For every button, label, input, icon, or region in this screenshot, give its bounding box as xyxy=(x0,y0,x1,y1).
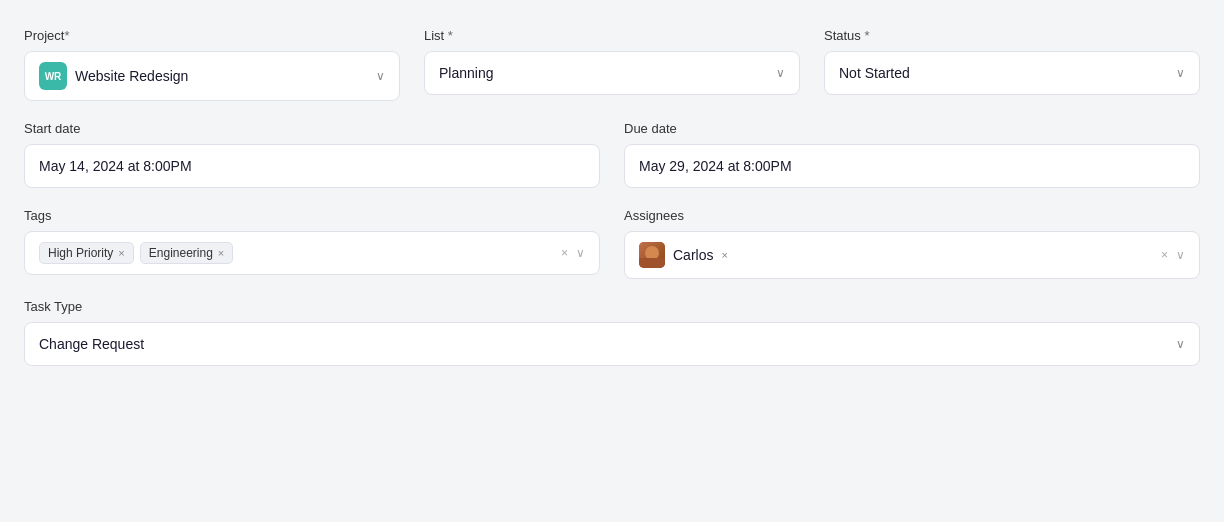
project-label: Project* xyxy=(24,28,400,43)
assignees-field: Assignees Carlos × × ∨ xyxy=(624,208,1200,279)
assignees-select[interactable]: Carlos × × ∨ xyxy=(624,231,1200,279)
tags-select[interactable]: High Priority × Engineering × × ∨ xyxy=(24,231,600,275)
assignee-carlos-name: Carlos xyxy=(673,247,713,263)
list-select[interactable]: Planning ∨ xyxy=(424,51,800,95)
assignee-avatar xyxy=(639,242,665,268)
status-label: Status * xyxy=(824,28,1200,43)
assignees-chevron-icon[interactable]: ∨ xyxy=(1176,248,1185,262)
task-type-label: Task Type xyxy=(24,299,1200,314)
task-type-field: Task Type Change Request ∨ xyxy=(24,299,1200,366)
tag-items-container: High Priority × Engineering × xyxy=(39,242,233,264)
tags-label: Tags xyxy=(24,208,600,223)
start-date-field: Start date May 14, 2024 at 8:00PM xyxy=(24,121,600,188)
task-type-select[interactable]: Change Request ∨ xyxy=(24,322,1200,366)
start-date-input[interactable]: May 14, 2024 at 8:00PM xyxy=(24,144,600,188)
chevron-down-icon: ∨ xyxy=(776,66,785,80)
due-date-input[interactable]: May 29, 2024 at 8:00PM xyxy=(624,144,1200,188)
list-label: List * xyxy=(424,28,800,43)
list-field: List * Planning ∨ xyxy=(424,28,800,101)
status-value: Not Started xyxy=(839,65,910,81)
status-select[interactable]: Not Started ∨ xyxy=(824,51,1200,95)
start-date-label: Start date xyxy=(24,121,600,136)
project-icon: WR xyxy=(39,62,67,90)
tags-controls: × ∨ xyxy=(561,246,585,260)
due-date-label: Due date xyxy=(624,121,1200,136)
tags-field: Tags High Priority × Engineering × × ∨ xyxy=(24,208,600,279)
tag-high-priority-remove[interactable]: × xyxy=(118,247,124,259)
assignees-controls: × ∨ xyxy=(1161,248,1185,262)
tag-engineering: Engineering × xyxy=(140,242,234,264)
tag-engineering-remove[interactable]: × xyxy=(218,247,224,259)
chevron-down-icon: ∨ xyxy=(1176,337,1185,351)
assignees-label: Assignees xyxy=(624,208,1200,223)
due-date-field: Due date May 29, 2024 at 8:00PM xyxy=(624,121,1200,188)
status-field: Status * Not Started ∨ xyxy=(824,28,1200,101)
avatar-image xyxy=(639,242,665,268)
project-field: Project* WR Website Redesign ∨ xyxy=(24,28,400,101)
assignees-clear-icon[interactable]: × xyxy=(1161,248,1168,262)
project-value: Website Redesign xyxy=(75,68,188,84)
chevron-down-icon: ∨ xyxy=(376,69,385,83)
chevron-down-icon: ∨ xyxy=(1176,66,1185,80)
tag-high-priority: High Priority × xyxy=(39,242,134,264)
tags-chevron-icon[interactable]: ∨ xyxy=(576,246,585,260)
project-select[interactable]: WR Website Redesign ∨ xyxy=(24,51,400,101)
due-date-value: May 29, 2024 at 8:00PM xyxy=(639,158,792,174)
start-date-value: May 14, 2024 at 8:00PM xyxy=(39,158,192,174)
tag-high-priority-label: High Priority xyxy=(48,246,113,260)
tags-clear-icon[interactable]: × xyxy=(561,246,568,260)
list-value: Planning xyxy=(439,65,494,81)
task-type-value: Change Request xyxy=(39,336,144,352)
tag-engineering-label: Engineering xyxy=(149,246,213,260)
assignee-items-container: Carlos × xyxy=(639,242,1153,268)
assignee-carlos-remove[interactable]: × xyxy=(721,249,727,261)
